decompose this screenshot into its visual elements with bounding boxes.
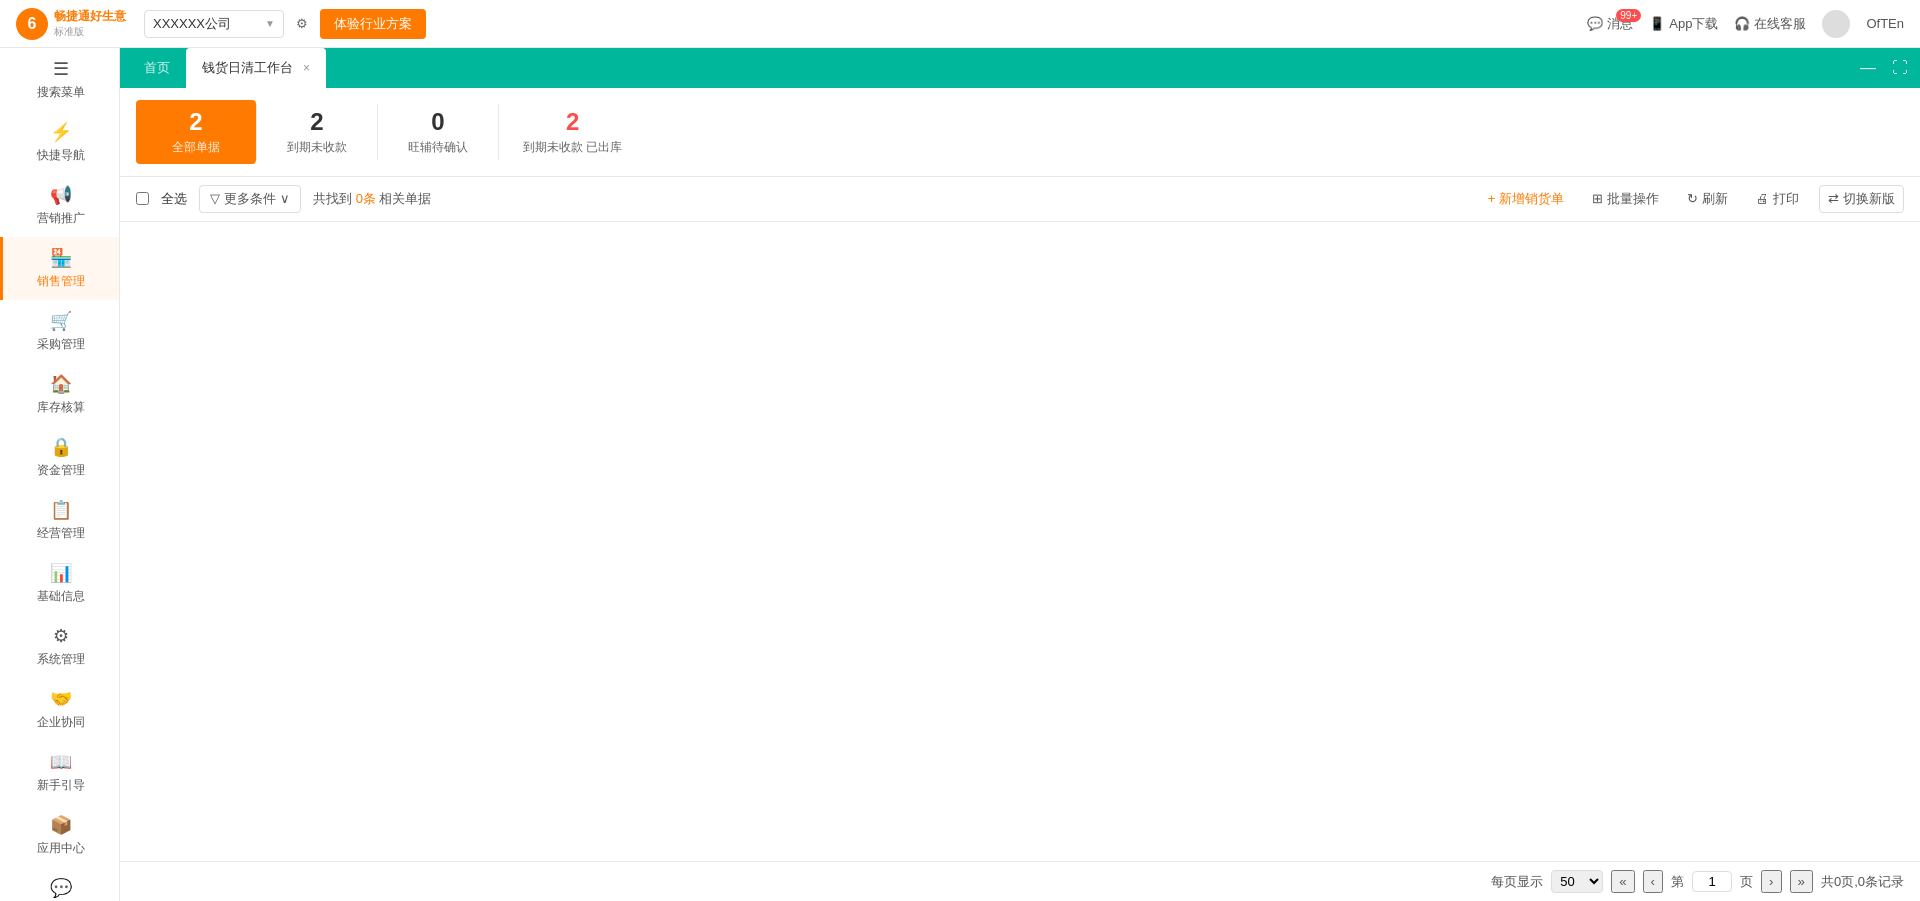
sidebar-item-cooperation[interactable]: 🤝企业协同 — [0, 678, 119, 741]
basic-info-icon: 📊 — [50, 562, 72, 584]
sidebar-item-system[interactable]: ⚙系统管理 — [0, 615, 119, 678]
brand-sub: 标准版 — [54, 25, 126, 38]
home-tab-label: 首页 — [144, 59, 170, 77]
trial-button[interactable]: 体验行业方案 — [320, 9, 426, 39]
marketing-icon: 📢 — [50, 184, 72, 206]
sidebar-item-app-center[interactable]: 📦应用中心 — [0, 804, 119, 867]
sidebar-item-basic-info[interactable]: 📊基础信息 — [0, 552, 119, 615]
select-all-label: 全选 — [161, 190, 187, 208]
message-button[interactable]: 💬 消息 99+ — [1587, 15, 1633, 33]
sidebar-item-finance[interactable]: 🔒资金管理 — [0, 426, 119, 489]
batch-icon: ⊞ — [1592, 191, 1603, 206]
page-size-select[interactable]: 50100200 — [1551, 870, 1603, 893]
wechat-icon: 💬 — [50, 877, 72, 899]
found-count: 0条 — [356, 191, 376, 206]
total-info: 共0页,0条记录 — [1821, 873, 1904, 891]
filter-icon: ▽ — [210, 191, 220, 206]
stat-card-3[interactable]: 2到期未收款 已出库 — [499, 100, 646, 164]
app-download-button[interactable]: 📱 App下载 — [1649, 15, 1718, 33]
page-size-label: 每页显示 — [1491, 873, 1543, 891]
message-badge: 99+ — [1616, 9, 1641, 22]
filter-chevron-icon: ∨ — [280, 191, 290, 206]
sidebar-item-operations[interactable]: 📋经营管理 — [0, 489, 119, 552]
switch-new-version-button[interactable]: ⇄ 切换新版 — [1819, 185, 1904, 213]
sidebar-item-wechat[interactable]: 💬企业微信 — [0, 867, 119, 901]
sidebar-item-marketing[interactable]: 📢营销推广 — [0, 174, 119, 237]
download-icon: 📱 — [1649, 16, 1665, 31]
pagination: 每页显示 50100200 « ‹ 第 页 › » 共0页,0条记录 — [120, 861, 1920, 901]
logo: 6 畅捷通好生意 标准版 — [16, 8, 136, 40]
page-suffix: 页 — [1740, 873, 1753, 891]
content: 2全部单据2到期未收款0旺辅待确认2到期未收款 已出库 全选 ▽ 更多条件 ∨ … — [120, 88, 1920, 901]
stat-card-1[interactable]: 2到期未收款 — [257, 100, 377, 164]
tab-home[interactable]: 首页 — [128, 48, 186, 88]
search-icon: ☰ — [53, 58, 69, 80]
switch-icon: ⇄ — [1828, 191, 1839, 206]
sales-icon: 🏪 — [50, 247, 72, 269]
sidebar-item-quick-nav[interactable]: ⚡快捷导航 — [0, 111, 119, 174]
page-label: 第 — [1671, 873, 1684, 891]
select-all-checkbox[interactable] — [136, 192, 149, 205]
headset-icon: 🎧 — [1734, 16, 1750, 31]
chevron-down-icon: ▼ — [265, 18, 275, 29]
top-bar-right: 💬 消息 99+ 📱 App下载 🎧 在线客服 OfTEn — [1587, 10, 1904, 38]
company-name: XXXXXX公司 — [153, 15, 261, 33]
table-area — [120, 222, 1920, 861]
avatar-name: OfTEn — [1866, 16, 1904, 31]
app-center-icon: 📦 — [50, 814, 72, 836]
purchase-icon: 🛒 — [50, 310, 72, 332]
refresh-button[interactable]: ↻ 刷新 — [1679, 186, 1736, 212]
finance-icon: 🔒 — [50, 436, 72, 458]
stat-card-2[interactable]: 0旺辅待确认 — [378, 100, 498, 164]
sidebar-item-sales[interactable]: 🏪销售管理 — [0, 237, 119, 300]
stat-card-0[interactable]: 2全部单据 — [136, 100, 256, 164]
print-button[interactable]: 🖨 打印 — [1748, 186, 1807, 212]
tab-bar: 首页 钱货日清工作台 × — ⛶ — [120, 48, 1920, 88]
new-sales-order-button[interactable]: + 新增销货单 — [1480, 186, 1572, 212]
avatar[interactable] — [1822, 10, 1850, 38]
operations-icon: 📋 — [50, 499, 72, 521]
tab-close-icon[interactable]: × — [303, 61, 310, 75]
sidebar: ☰搜索菜单⚡快捷导航📢营销推广🏪销售管理🛒采购管理🏠库存核算🔒资金管理📋经营管理… — [0, 48, 120, 901]
company-selector[interactable]: XXXXXX公司 ▼ — [144, 10, 284, 38]
print-icon: 🖨 — [1756, 191, 1769, 206]
main: 首页 钱货日清工作台 × — ⛶ 2全部单据2到期未收款0旺辅待确认2到期未收款… — [120, 48, 1920, 901]
refresh-icon: ↻ — [1687, 191, 1698, 206]
settings-button[interactable]: ⚙ — [292, 12, 312, 35]
first-page-button[interactable]: « — [1611, 870, 1634, 893]
batch-operation-button[interactable]: ⊞ 批量操作 — [1584, 186, 1667, 212]
guide-icon: 📖 — [50, 751, 72, 773]
sidebar-item-guide[interactable]: 📖新手引导 — [0, 741, 119, 804]
cooperation-icon: 🤝 — [50, 688, 72, 710]
work-bench-tab-label: 钱货日清工作台 — [202, 59, 293, 77]
stats-cards: 2全部单据2到期未收款0旺辅待确认2到期未收款 已出库 — [120, 88, 1920, 177]
found-info: 共找到 0条 相关单据 — [313, 190, 431, 208]
toolbar: 全选 ▽ 更多条件 ∨ 共找到 0条 相关单据 + 新增销货单 ⊞ 批量操作 — [120, 177, 1920, 222]
tab-bar-actions: — ⛶ — [1856, 55, 1912, 81]
system-icon: ⚙ — [53, 625, 69, 647]
prev-page-button[interactable]: ‹ — [1643, 870, 1663, 893]
inventory-icon: 🏠 — [50, 373, 72, 395]
logo-icon: 6 — [16, 8, 48, 40]
layout: ☰搜索菜单⚡快捷导航📢营销推广🏪销售管理🛒采购管理🏠库存核算🔒资金管理📋经营管理… — [0, 48, 1920, 901]
last-page-button[interactable]: » — [1790, 870, 1813, 893]
current-page-input[interactable] — [1692, 871, 1732, 892]
quick-nav-icon: ⚡ — [50, 121, 72, 143]
tab-maximize-icon[interactable]: ⛶ — [1888, 55, 1912, 81]
toolbar-right: + 新增销货单 ⊞ 批量操作 ↻ 刷新 🖨 打印 ⇄ — [1480, 185, 1904, 213]
brand-name: 畅捷通好生意 — [54, 9, 126, 25]
top-bar: 6 畅捷通好生意 标准版 XXXXXX公司 ▼ ⚙ 体验行业方案 💬 消息 99… — [0, 0, 1920, 48]
sidebar-item-search[interactable]: ☰搜索菜单 — [0, 48, 119, 111]
sidebar-item-inventory[interactable]: 🏠库存核算 — [0, 363, 119, 426]
message-icon: 💬 — [1587, 16, 1603, 31]
sidebar-item-purchase[interactable]: 🛒采购管理 — [0, 300, 119, 363]
next-page-button[interactable]: › — [1761, 870, 1781, 893]
tab-work-bench[interactable]: 钱货日清工作台 × — [186, 48, 326, 88]
filter-button[interactable]: ▽ 更多条件 ∨ — [199, 185, 301, 213]
online-service-button[interactable]: 🎧 在线客服 — [1734, 15, 1806, 33]
tab-minimize-icon[interactable]: — — [1856, 55, 1880, 81]
